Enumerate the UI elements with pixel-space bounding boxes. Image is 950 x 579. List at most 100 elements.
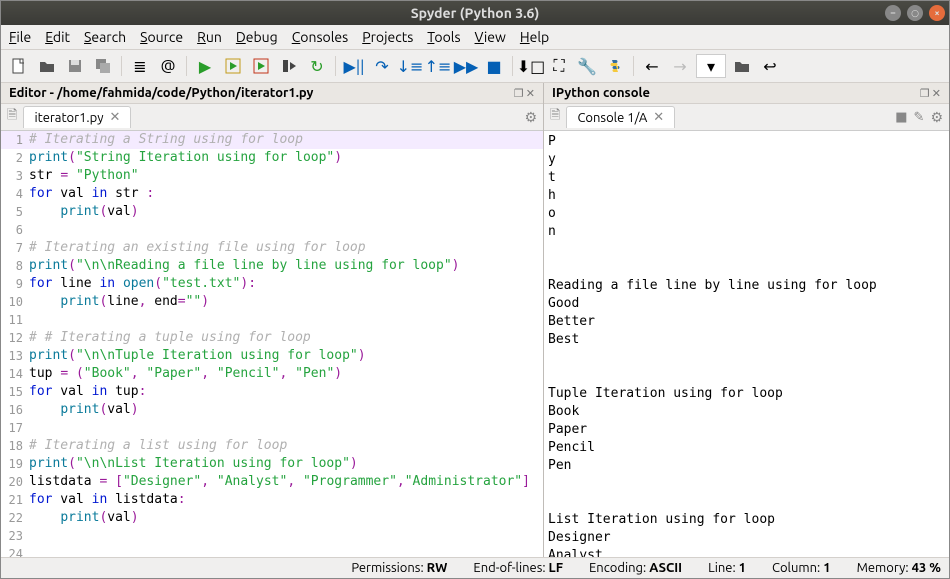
console-tab[interactable]: Console 1/A ✕: [566, 106, 675, 128]
permissions-label: Permissions:: [351, 561, 423, 575]
editor-line[interactable]: 15for val in tup:: [1, 383, 543, 401]
debug-step-icon[interactable]: ↷: [370, 54, 394, 78]
run-cell-icon[interactable]: [221, 54, 245, 78]
debug-stepout-icon[interactable]: ↑≡: [426, 54, 450, 78]
minimize-button[interactable]: –: [885, 5, 901, 21]
editor-line[interactable]: 4for val in str :: [1, 185, 543, 203]
menu-projects[interactable]: Projects: [362, 29, 413, 45]
at-icon[interactable]: @: [156, 54, 180, 78]
list-icon[interactable]: ≣: [128, 54, 152, 78]
permissions-value: RW: [427, 561, 448, 575]
editor-pane: Editor - /home/fahmida/code/Python/itera…: [1, 83, 544, 557]
editor-line[interactable]: 6: [1, 221, 543, 239]
new-file-icon[interactable]: [7, 54, 31, 78]
editor-line[interactable]: 22 print(val): [1, 509, 543, 527]
editor-line[interactable]: 24: [1, 545, 543, 557]
menu-tools[interactable]: Tools: [427, 29, 460, 45]
editor-line[interactable]: 3str = "Python": [1, 167, 543, 185]
editor-line[interactable]: 8print("\n\nReading a file line by line …: [1, 257, 543, 275]
close-pane-icon[interactable]: ✕: [526, 87, 535, 100]
close-console-tab-icon[interactable]: ✕: [653, 110, 664, 125]
status-bar: Permissions: RW End-of-lines: LF Encodin…: [1, 557, 949, 578]
console-pane-title: IPython console: [552, 86, 650, 100]
editor-line[interactable]: 2print("String Iteration using for loop"…: [1, 149, 543, 167]
cwd-dropdown[interactable]: ▾: [696, 54, 726, 78]
forward-icon[interactable]: →: [668, 54, 692, 78]
menu-edit[interactable]: Edit: [45, 29, 70, 45]
editor-line[interactable]: 1# Iterating a String using for loop: [1, 131, 543, 149]
rerun-icon[interactable]: ↻: [305, 54, 329, 78]
undock-icon[interactable]: ❐: [514, 87, 524, 100]
open-file-icon[interactable]: [35, 54, 59, 78]
editor-line[interactable]: 17: [1, 419, 543, 437]
debug-continue-icon[interactable]: ▶▶: [454, 54, 478, 78]
browse-folder-icon[interactable]: [730, 54, 754, 78]
col-label: Column:: [772, 561, 820, 575]
console-switcher-icon[interactable]: 🗎: [550, 106, 560, 128]
close-tab-icon[interactable]: ✕: [109, 110, 120, 125]
file-switcher-icon[interactable]: 🗎: [7, 106, 17, 128]
save-file-icon[interactable]: [63, 54, 87, 78]
editor-line[interactable]: 5 print(val): [1, 203, 543, 221]
maximize-button[interactable]: ○: [907, 5, 923, 21]
editor-line[interactable]: 20listdata = ["Designer", "Analyst", "Pr…: [1, 473, 543, 491]
editor-pane-title: Editor - /home/fahmida/code/Python/itera…: [9, 86, 313, 100]
editor-tab-label: iterator1.py: [34, 111, 103, 125]
menu-debug[interactable]: Debug: [236, 29, 278, 45]
editor-line[interactable]: 16 print(val): [1, 401, 543, 419]
preferences-icon[interactable]: 🔧: [575, 54, 599, 78]
undock-console-icon[interactable]: ❐: [920, 87, 930, 100]
editor-options-icon[interactable]: ⚙: [524, 109, 537, 126]
editor-line[interactable]: 12# # Iterating a tuple using for loop: [1, 329, 543, 347]
editor-line[interactable]: 14tup = ("Book", "Paper", "Pencil", "Pen…: [1, 365, 543, 383]
editor-line[interactable]: 10 print(line, end=""): [1, 293, 543, 311]
console-output[interactable]: P y t h o n Reading a file line by line …: [544, 130, 949, 557]
debug-stop-icon[interactable]: ■: [482, 54, 506, 78]
encoding-label: Encoding:: [589, 561, 646, 575]
menu-bar: File Edit Search Source Run Debug Consoles Proj…: [1, 25, 949, 50]
editor-line[interactable]: 11: [1, 311, 543, 329]
console-tab-label: Console 1/A: [577, 111, 647, 125]
editor-line[interactable]: 19print("\n\nList Iteration using for lo…: [1, 455, 543, 473]
menu-source[interactable]: Source: [140, 29, 183, 45]
editor-tab[interactable]: iterator1.py ✕: [23, 106, 131, 128]
line-value: 1: [739, 561, 746, 575]
run-cell-advance-icon[interactable]: [249, 54, 273, 78]
interrupt-icon[interactable]: ■: [895, 110, 907, 125]
code-editor[interactable]: 1# Iterating a String using for loop2pri…: [1, 130, 543, 557]
eol-label: End-of-lines:: [473, 561, 545, 575]
menu-view[interactable]: View: [475, 29, 506, 45]
eol-value: LF: [549, 561, 563, 575]
window-title: Spyder (Python 3.6): [411, 5, 540, 21]
console-options-icon[interactable]: ⚙: [930, 109, 943, 126]
run-selection-icon[interactable]: [277, 54, 301, 78]
parent-folder-icon[interactable]: ↩: [758, 54, 782, 78]
editor-line[interactable]: 23: [1, 527, 543, 545]
close-window-button[interactable]: ×: [929, 5, 945, 21]
save-all-icon[interactable]: [91, 54, 115, 78]
python-path-icon[interactable]: [603, 54, 627, 78]
import-icon[interactable]: ⬇□: [519, 54, 543, 78]
clear-icon[interactable]: ✎: [914, 110, 925, 125]
maximize-pane-icon[interactable]: ⛶: [547, 54, 571, 78]
toolbar: ≣ @ ▶ ↻ ▶|| ↷ ↓≡ ↑≡ ▶▶ ■ ⬇□ ⛶ 🔧 ← → ▾ ↩: [1, 50, 949, 83]
menu-file[interactable]: File: [9, 29, 31, 45]
debug-start-icon[interactable]: ▶||: [342, 54, 366, 78]
menu-consoles[interactable]: Consoles: [292, 29, 349, 45]
back-icon[interactable]: ←: [640, 54, 664, 78]
run-icon[interactable]: ▶: [193, 54, 217, 78]
menu-help[interactable]: Help: [520, 29, 549, 45]
col-value: 1: [823, 561, 830, 575]
mem-value: 43 %: [912, 561, 941, 575]
close-console-pane-icon[interactable]: ✕: [932, 87, 941, 100]
menu-search[interactable]: Search: [84, 29, 126, 45]
editor-line[interactable]: 21for val in listdata:: [1, 491, 543, 509]
editor-line[interactable]: 9for line in open("test.txt"):: [1, 275, 543, 293]
editor-line[interactable]: 7# Iterating an existing file using for …: [1, 239, 543, 257]
debug-stepin-icon[interactable]: ↓≡: [398, 54, 422, 78]
editor-line[interactable]: 18# Iterating a list using for loop: [1, 437, 543, 455]
editor-line[interactable]: 13print("\n\nTuple Iteration using for l…: [1, 347, 543, 365]
line-label: Line:: [708, 561, 736, 575]
encoding-value: ASCII: [649, 561, 682, 575]
menu-run[interactable]: Run: [197, 29, 222, 45]
